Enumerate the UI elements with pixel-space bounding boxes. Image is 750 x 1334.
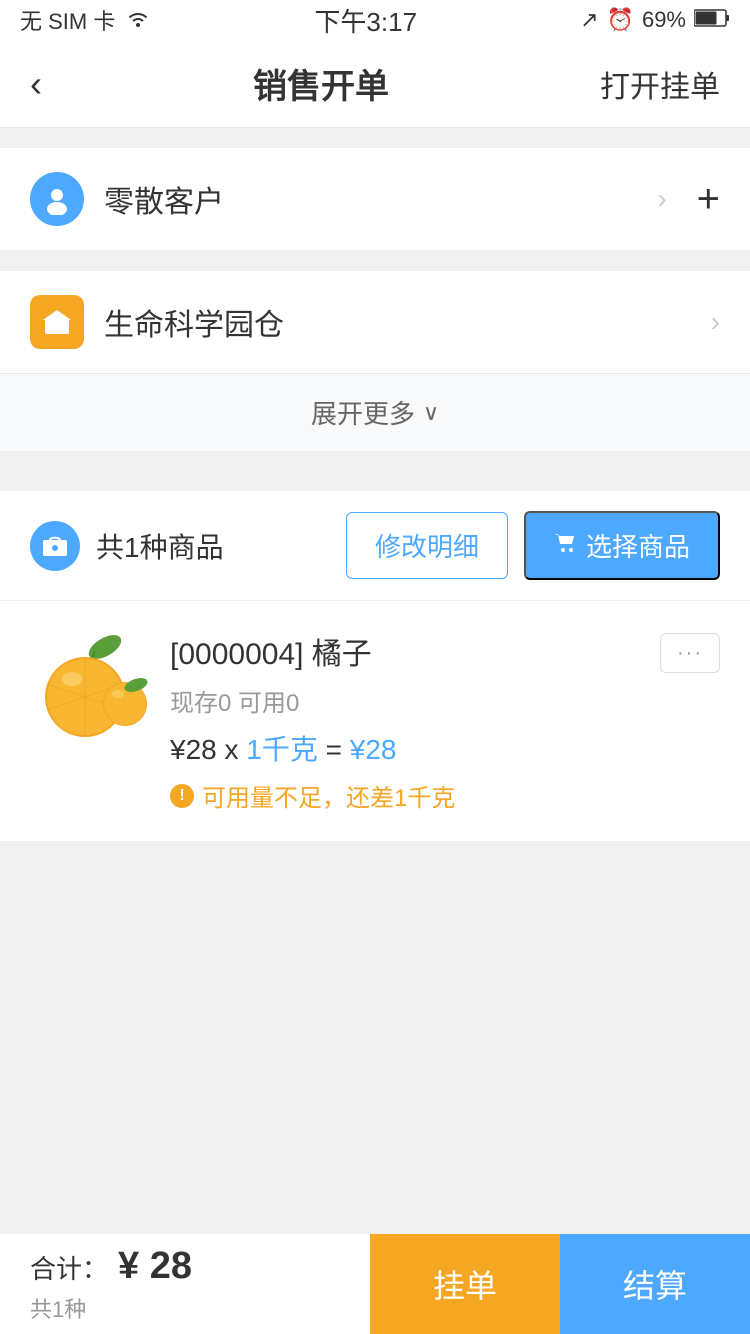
customer-avatar xyxy=(30,172,84,226)
footer-total: 合计： ¥ 28 共1种 xyxy=(0,1234,370,1334)
product-item: [0000004] 橘子 现存0 可用0 ¥28 x 1千克 = ¥28 ! 可… xyxy=(0,601,750,841)
equals-sign: = xyxy=(326,734,350,765)
expand-more-label: 展开更多 xyxy=(311,394,415,431)
section-gap-2 xyxy=(0,451,750,471)
product-info: [0000004] 橘子 现存0 可用0 ¥28 x 1千克 = ¥28 ! 可… xyxy=(170,629,640,813)
product-image xyxy=(30,629,150,749)
product-id: [0000004] xyxy=(170,638,312,671)
warehouse-section[interactable]: 生命科学园仓 › xyxy=(0,271,750,373)
products-count: 共1种商品 xyxy=(96,526,330,566)
checkout-button[interactable]: 结算 xyxy=(560,1234,750,1334)
products-section: 共1种商品 修改明细 选择商品 xyxy=(0,491,750,841)
status-bar: 无 SIM 卡 下午3:17 ↗ ⏰ 69% xyxy=(0,0,750,40)
footer: 合计： ¥ 28 共1种 挂单 结算 xyxy=(0,1234,750,1334)
total-label: 合计： xyxy=(30,1249,108,1286)
product-more-button[interactable]: ··· xyxy=(660,633,720,673)
section-gap-1 xyxy=(0,128,750,148)
status-time: 下午3:17 xyxy=(314,2,417,39)
products-icon xyxy=(30,521,80,571)
nav-bar: ‹ 销售开单 打开挂单 xyxy=(0,40,750,128)
back-button[interactable]: ‹ xyxy=(30,63,42,105)
modify-detail-button[interactable]: 修改明细 xyxy=(346,512,508,579)
battery-percent: 69% xyxy=(642,7,686,33)
open-pending-button[interactable]: 打开挂单 xyxy=(600,62,720,106)
product-price-row[interactable]: ¥28 x 1千克 = ¥28 xyxy=(170,728,640,768)
page-title: 销售开单 xyxy=(253,59,389,108)
customer-arrow-icon: › xyxy=(657,183,666,215)
warning-text: 可用量不足，还差1千克 xyxy=(202,778,455,813)
expand-arrow-icon: ∨ xyxy=(423,400,439,426)
expand-more-button[interactable]: 展开更多 ∨ xyxy=(0,373,750,451)
more-dots-icon: ··· xyxy=(677,642,703,665)
select-product-label: 选择商品 xyxy=(586,527,690,564)
cart-icon xyxy=(554,533,578,559)
product-quantity: 1千克 xyxy=(246,734,318,765)
customer-name[interactable]: 零散客户 xyxy=(104,177,657,221)
add-customer-button[interactable]: + xyxy=(697,177,720,222)
no-sim-text: 无 SIM 卡 xyxy=(20,4,115,36)
select-product-button[interactable]: 选择商品 xyxy=(524,511,720,580)
total-count: 共1种 xyxy=(30,1292,340,1324)
product-stock: 现存0 可用0 xyxy=(170,683,640,718)
location-icon: ↗ xyxy=(580,7,598,33)
footer-total-row: 合计： ¥ 28 xyxy=(30,1245,340,1288)
warehouse-icon xyxy=(30,295,84,349)
multiply-sign: x xyxy=(225,734,247,765)
customer-section: 零散客户 › + xyxy=(0,148,750,251)
product-warning: ! 可用量不足，还差1千克 xyxy=(170,778,640,813)
alarm-icon: ⏰ xyxy=(607,7,634,33)
product-unit-price: ¥28 xyxy=(170,734,217,765)
hang-order-button[interactable]: 挂单 xyxy=(370,1234,560,1334)
status-left: 无 SIM 卡 xyxy=(20,4,151,36)
battery-icon xyxy=(694,7,730,33)
warehouse-arrow-icon: › xyxy=(711,306,720,338)
product-title: [0000004] 橘子 xyxy=(170,629,640,673)
warehouse-name: 生命科学园仓 xyxy=(104,300,711,344)
product-name: 橘子 xyxy=(312,638,372,671)
products-header: 共1种商品 修改明细 选择商品 xyxy=(0,491,750,601)
product-total: ¥28 xyxy=(350,734,397,765)
wifi-icon xyxy=(125,7,151,33)
status-right: ↗ ⏰ 69% xyxy=(580,7,730,33)
total-amount: ¥ 28 xyxy=(118,1245,192,1288)
warning-icon: ! xyxy=(170,784,194,808)
